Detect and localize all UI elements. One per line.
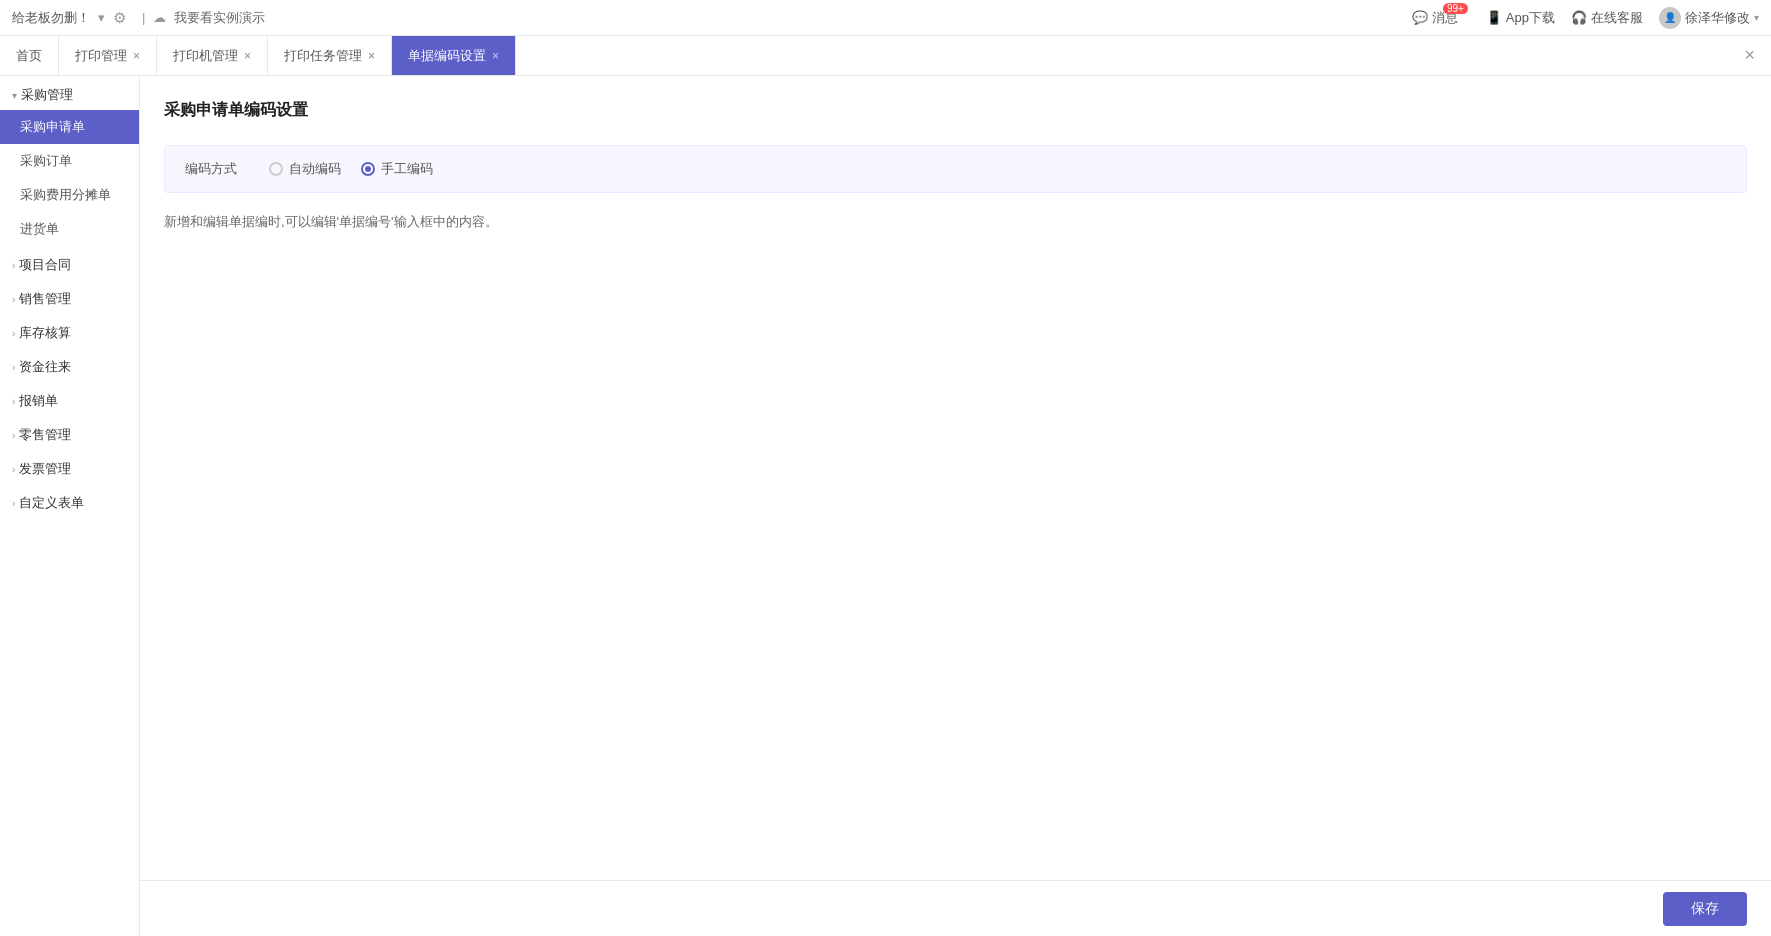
sidebar-group-inventory-label: 库存核算 <box>19 324 71 342</box>
sidebar-group-custom-form-label: 自定义表单 <box>19 494 84 512</box>
tab-single-code-close[interactable]: × <box>492 49 499 63</box>
collapse-arrow-invoice-icon: › <box>12 464 15 475</box>
sidebar-group-invoice-label: 发票管理 <box>19 460 71 478</box>
tab-printer-mgmt-label: 打印机管理 <box>173 47 238 65</box>
headset-icon: 🎧 <box>1571 10 1587 25</box>
message-icon: 💬 <box>1412 10 1428 25</box>
sidebar-group-funds: › 资金往来 <box>0 348 139 382</box>
auto-code-label: 自动编码 <box>289 160 341 178</box>
sidebar-group-invoice: › 发票管理 <box>0 450 139 484</box>
demo-icon: ☁ <box>153 10 166 25</box>
sidebar-group-purchase-label: 采购管理 <box>21 86 73 104</box>
message-badge: 99+ <box>1443 3 1468 14</box>
app-download-label: App下载 <box>1506 9 1555 27</box>
top-bar-left: 给老板勿删！ ▾ ⚙ | ☁ 我要看实例演示 <box>12 9 265 27</box>
manual-code-option[interactable]: 手工编码 <box>361 160 433 178</box>
sidebar-item-stock-in[interactable]: 进货单 <box>0 212 139 246</box>
demo-link[interactable]: 我要看实例演示 <box>174 9 265 27</box>
coding-method-label: 编码方式 <box>185 160 237 178</box>
tab-single-code[interactable]: 单据编码设置 × <box>392 36 516 75</box>
tab-print-task-close[interactable]: × <box>368 49 375 63</box>
user-dropdown-icon: ▾ <box>1754 12 1759 23</box>
collapse-arrow-retail-icon: › <box>12 430 15 441</box>
save-button[interactable]: 保存 <box>1663 892 1747 926</box>
hint-text: 新增和编辑单据编时,可以编辑'单据编号'输入框中的内容。 <box>164 213 1747 231</box>
sidebar-group-purchase-title[interactable]: ▾ 采购管理 <box>0 76 139 110</box>
tab-printer-mgmt-close[interactable]: × <box>244 49 251 63</box>
tab-home-label: 首页 <box>16 47 42 65</box>
collapse-arrow-sales-icon: › <box>12 294 15 305</box>
sidebar-item-purchase-expense-label: 采购费用分摊单 <box>20 187 111 202</box>
auto-code-option[interactable]: 自动编码 <box>269 160 341 178</box>
collapse-arrow-custom-icon: › <box>12 498 15 509</box>
sidebar-group-returns-title[interactable]: › 报销单 <box>0 382 139 416</box>
tab-print-mgmt-close[interactable]: × <box>133 49 140 63</box>
sidebar-group-custom-form-title[interactable]: › 自定义表单 <box>0 484 139 518</box>
message-button[interactable]: 💬 消息 99+ <box>1412 9 1458 27</box>
tab-print-mgmt[interactable]: 打印管理 × <box>59 36 157 75</box>
avatar: 👤 <box>1659 7 1681 29</box>
sidebar-group-custom-form: › 自定义表单 <box>0 484 139 518</box>
dropdown-arrow-icon[interactable]: ▾ <box>98 10 105 25</box>
sidebar-group-inventory-title[interactable]: › 库存核算 <box>0 314 139 348</box>
auto-code-radio[interactable] <box>269 162 283 176</box>
tab-print-task-label: 打印任务管理 <box>284 47 362 65</box>
sidebar-group-purchase: ▾ 采购管理 采购申请单 采购订单 采购费用分摊单 进货单 <box>0 76 139 246</box>
app-icon: 📱 <box>1486 10 1502 25</box>
sidebar-group-invoice-title[interactable]: › 发票管理 <box>0 450 139 484</box>
coding-method-radio-group: 自动编码 手工编码 <box>269 160 433 178</box>
sidebar: ▾ 采购管理 采购申请单 采购订单 采购费用分摊单 进货单 › 项目合同 <box>0 76 140 936</box>
app-download-button[interactable]: 📱 App下载 <box>1486 9 1555 27</box>
sidebar-group-retail: › 零售管理 <box>0 416 139 450</box>
content-area: 采购申请单编码设置 编码方式 自动编码 手工编码 新增和编辑单据编时,可以编辑'… <box>140 76 1771 936</box>
sidebar-group-funds-label: 资金往来 <box>19 358 71 376</box>
sidebar-item-purchase-request[interactable]: 采购申请单 <box>0 110 139 144</box>
page-title: 采购申请单编码设置 <box>164 100 1747 121</box>
collapse-arrow-icon: ▾ <box>12 90 17 101</box>
sidebar-item-purchase-expense[interactable]: 采购费用分摊单 <box>0 178 139 212</box>
tab-printer-mgmt[interactable]: 打印机管理 × <box>157 36 268 75</box>
user-menu[interactable]: 👤 徐泽华修改 ▾ <box>1659 7 1759 29</box>
sidebar-item-stock-in-label: 进货单 <box>20 221 59 236</box>
sidebar-item-purchase-order[interactable]: 采购订单 <box>0 144 139 178</box>
customer-service-label: 在线客服 <box>1591 9 1643 27</box>
gear-icon[interactable]: ⚙ <box>113 9 126 27</box>
content-body: 采购申请单编码设置 编码方式 自动编码 手工编码 新增和编辑单据编时,可以编辑'… <box>140 76 1771 880</box>
collapse-arrow-funds-icon: › <box>12 362 15 373</box>
sidebar-group-returns-label: 报销单 <box>19 392 58 410</box>
collapse-arrow-returns-icon: › <box>12 396 15 407</box>
sidebar-group-project-contract-label: 项目合同 <box>19 256 71 274</box>
tab-single-code-label: 单据编码设置 <box>408 47 486 65</box>
collapse-arrow-right-icon: › <box>12 260 15 271</box>
collapse-arrow-inventory-icon: › <box>12 328 15 339</box>
sidebar-group-sales: › 销售管理 <box>0 280 139 314</box>
manual-code-radio[interactable] <box>361 162 375 176</box>
main-layout: ▾ 采购管理 采购申请单 采购订单 采购费用分摊单 进货单 › 项目合同 <box>0 76 1771 936</box>
user-name: 徐泽华修改 <box>1685 9 1750 27</box>
sidebar-group-project-contract: › 项目合同 <box>0 246 139 280</box>
content-footer: 保存 <box>140 880 1771 936</box>
top-bar: 给老板勿删！ ▾ ⚙ | ☁ 我要看实例演示 💬 消息 99+ 📱 App下载 … <box>0 0 1771 36</box>
coding-method-section: 编码方式 自动编码 手工编码 <box>164 145 1747 193</box>
customer-service-button[interactable]: 🎧 在线客服 <box>1571 9 1643 27</box>
manual-code-label: 手工编码 <box>381 160 433 178</box>
tab-bar: 首页 打印管理 × 打印机管理 × 打印任务管理 × 单据编码设置 × × <box>0 36 1771 76</box>
sidebar-item-purchase-request-label: 采购申请单 <box>20 119 85 134</box>
tab-print-task[interactable]: 打印任务管理 × <box>268 36 392 75</box>
sidebar-group-inventory: › 库存核算 <box>0 314 139 348</box>
top-bar-right: 💬 消息 99+ 📱 App下载 🎧 在线客服 👤 徐泽华修改 ▾ <box>1412 7 1759 29</box>
tab-print-mgmt-label: 打印管理 <box>75 47 127 65</box>
tab-home[interactable]: 首页 <box>0 36 59 75</box>
sidebar-group-returns: › 报销单 <box>0 382 139 416</box>
sidebar-group-project-contract-title[interactable]: › 项目合同 <box>0 246 139 280</box>
sidebar-group-sales-title[interactable]: › 销售管理 <box>0 280 139 314</box>
sidebar-group-sales-label: 销售管理 <box>19 290 71 308</box>
window-close-button[interactable]: × <box>1728 36 1771 75</box>
sidebar-group-retail-title[interactable]: › 零售管理 <box>0 416 139 450</box>
sidebar-group-retail-label: 零售管理 <box>19 426 71 444</box>
sidebar-item-purchase-order-label: 采购订单 <box>20 153 72 168</box>
sidebar-group-funds-title[interactable]: › 资金往来 <box>0 348 139 382</box>
top-bar-title: 给老板勿删！ <box>12 9 90 27</box>
